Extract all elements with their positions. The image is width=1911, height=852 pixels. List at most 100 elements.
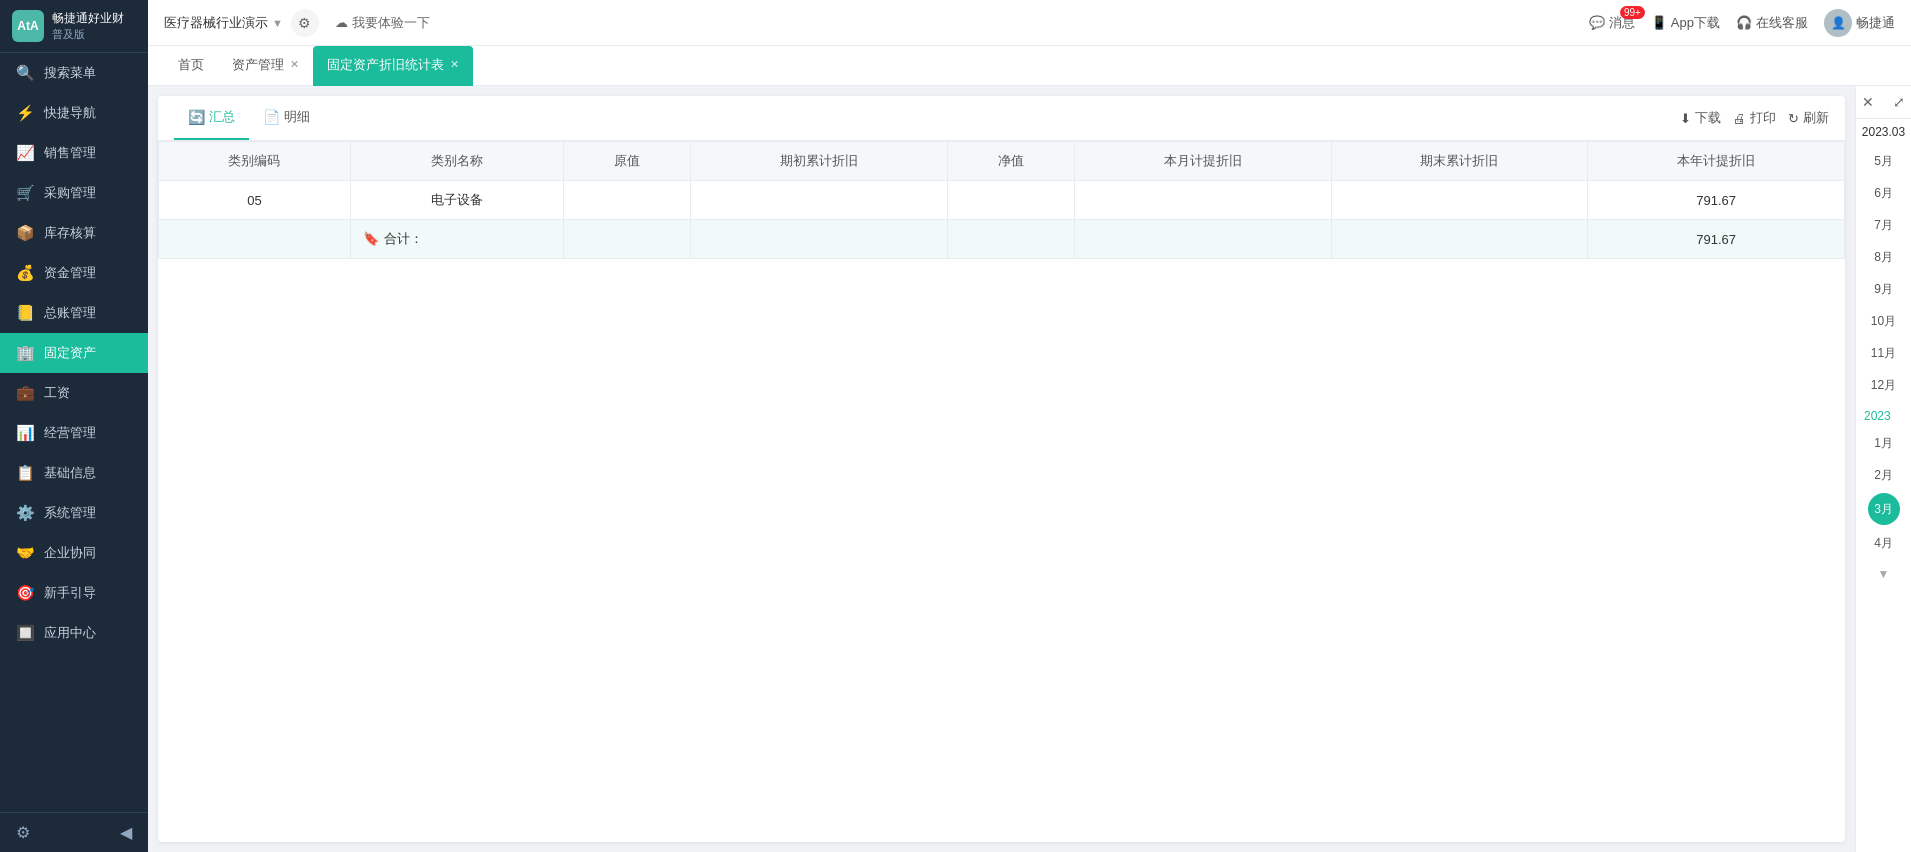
summary-label: 汇总	[209, 108, 235, 126]
year-2023-label: 2023	[1856, 405, 1911, 427]
sidebar-nav: 🔍搜索菜单⚡快捷导航📈销售管理 🛒 采购管理 📦 库存核算 💰资金管理📒总账管理🏢固定资产…	[0, 53, 148, 812]
settings-icon[interactable]: ⚙	[16, 823, 30, 842]
main-area: 医疗器械行业演示 ▼ ⚙ ☁ 我要体验一下 💬 消息 99+ 📱 App下载 🎧…	[148, 0, 1911, 852]
month-item[interactable]: 6月	[1856, 177, 1911, 209]
month-item-2月[interactable]: 2月	[1856, 459, 1911, 491]
month-item[interactable]: 12月	[1856, 369, 1911, 401]
tab-depreciation-report[interactable]: 固定资产折旧统计表 ✕	[313, 46, 473, 86]
sidebar-item-经营管理[interactable]: 📊经营管理	[0, 413, 148, 453]
total-ending-dep	[1331, 220, 1588, 259]
depreciation-tab-close-icon[interactable]: ✕	[450, 58, 459, 71]
app-name: 畅捷通好业财	[52, 10, 124, 27]
customer-service-btn[interactable]: 🎧 在线客服	[1736, 14, 1808, 32]
row-ending-dep	[1331, 181, 1588, 220]
message-badge: 99+	[1620, 6, 1645, 19]
tab-asset-management[interactable]: 资产管理 ✕	[218, 46, 313, 86]
sidebar-item-label: 销售管理	[44, 144, 96, 162]
total-monthly-dep	[1075, 220, 1332, 259]
col-annual-dep: 本年计提折旧	[1588, 142, 1845, 181]
collapse-icon[interactable]: ◀	[120, 823, 132, 842]
sidebar-item-工资[interactable]: 💼工资	[0, 373, 148, 413]
sidebar-icon: 📊	[16, 424, 34, 442]
sidebar-icon: 📒	[16, 304, 34, 322]
right-panel-header: ✕ ⤢	[1856, 86, 1911, 119]
month-item-3月[interactable]: 3月	[1868, 493, 1900, 525]
experience-label: 我要体验一下	[352, 14, 430, 32]
experience-btn[interactable]: ☁ 我要体验一下	[335, 14, 430, 32]
print-btn[interactable]: 🖨 打印	[1733, 109, 1776, 127]
sub-tab-summary[interactable]: 🔄 汇总	[174, 96, 249, 140]
sidebar-item-label: 库存核算	[44, 224, 96, 242]
message-btn[interactable]: 💬 消息 99+	[1589, 14, 1635, 32]
headset-icon: 🎧	[1736, 15, 1752, 30]
sidebar-item-label: 搜索菜单	[44, 64, 96, 82]
sub-tab-detail[interactable]: 📄 明细	[249, 96, 324, 140]
panel-expand-icon[interactable]: ⤢	[1893, 94, 1905, 110]
sub-tabs: 🔄 汇总 📄 明细	[174, 96, 324, 140]
page-content: 🔄 汇总 📄 明细 ⬇ 下载 🖨 打印	[148, 86, 1911, 852]
sidebar-item-新手引导[interactable]: 🎯 新手引导	[0, 573, 148, 613]
company-arrow-icon: ▼	[272, 17, 283, 29]
refresh-btn[interactable]: ↻ 刷新	[1788, 109, 1829, 127]
cloud-icon: ☁	[335, 15, 348, 30]
sidebar-item-系统管理[interactable]: ⚙️系统管理	[0, 493, 148, 533]
sidebar-icon: 📋	[16, 464, 34, 482]
download-btn[interactable]: ⬇ 下载	[1680, 109, 1721, 127]
row-net-value	[947, 181, 1074, 220]
month-item[interactable]: 8月	[1856, 241, 1911, 273]
detail-label: 明细	[284, 108, 310, 126]
sidebar-icon: 🛒	[16, 184, 34, 202]
sidebar-item-总账管理[interactable]: 📒总账管理	[0, 293, 148, 333]
topbar: 医疗器械行业演示 ▼ ⚙ ☁ 我要体验一下 💬 消息 99+ 📱 App下载 🎧…	[148, 0, 1911, 46]
month-item-4月[interactable]: 4月	[1856, 527, 1911, 559]
refresh-icon: ↻	[1788, 111, 1799, 126]
month-item-1月[interactable]: 1月	[1856, 427, 1911, 459]
month-item[interactable]: 7月	[1856, 209, 1911, 241]
download-icon: ⬇	[1680, 111, 1691, 126]
company-selector[interactable]: 医疗器械行业演示 ▼	[164, 14, 283, 32]
panel-scroll-down[interactable]: ▼	[1856, 563, 1911, 585]
detail-icon: 📄	[263, 109, 280, 125]
sidebar-icon: 📦	[16, 224, 34, 242]
avatar: 👤	[1824, 9, 1852, 37]
row-original	[564, 181, 691, 220]
col-initial-dep: 期初累计折旧	[691, 142, 948, 181]
total-text: 合计：	[384, 231, 423, 246]
month-item[interactable]: 9月	[1856, 273, 1911, 305]
month-item[interactable]: 10月	[1856, 305, 1911, 337]
sidebar-item-搜索菜单[interactable]: 🔍搜索菜单	[0, 53, 148, 93]
month-item[interactable]: 11月	[1856, 337, 1911, 369]
sidebar-item-label: 新手引导	[44, 584, 96, 602]
sidebar-item-资金管理[interactable]: 💰资金管理	[0, 253, 148, 293]
sidebar-item-快捷导航[interactable]: ⚡快捷导航	[0, 93, 148, 133]
tab-home[interactable]: 首页	[164, 46, 218, 86]
content-panel: 🔄 汇总 📄 明细 ⬇ 下载 🖨 打印	[158, 96, 1845, 842]
sidebar-item-固定资产[interactable]: 🏢固定资产	[0, 333, 148, 373]
sidebar: AtA 畅捷通好业财 普及版 🔍搜索菜单⚡快捷导航📈销售管理 🛒 采购管理 📦 库存核算…	[0, 0, 148, 852]
app-download-label: App下载	[1671, 14, 1720, 32]
sidebar-item-库存核算[interactable]: 📦 库存核算	[0, 213, 148, 253]
sidebar-item-label: 快捷导航	[44, 104, 96, 122]
sidebar-item-基础信息[interactable]: 📋基础信息	[0, 453, 148, 493]
total-label: 🔖 合计：	[350, 220, 563, 259]
sidebar-item-销售管理[interactable]: 📈销售管理	[0, 133, 148, 173]
topbar-settings-btn[interactable]: ⚙	[291, 9, 319, 37]
total-net-value	[947, 220, 1074, 259]
logo-text: AtA	[17, 19, 38, 33]
sidebar-icon: 🎯	[16, 584, 34, 602]
user-area[interactable]: 👤 畅捷通	[1824, 9, 1895, 37]
sidebar-item-应用中心[interactable]: 🔲应用中心	[0, 613, 148, 653]
app-logo: AtA 畅捷通好业财 普及版	[0, 0, 148, 53]
sidebar-item-企业协同[interactable]: 🤝企业协同	[0, 533, 148, 573]
app-download-btn[interactable]: 📱 App下载	[1651, 14, 1720, 32]
right-panel: ✕ ⤢ 2023.03 5月6月7月8月9月10月11月12月 2023 1月2…	[1855, 86, 1911, 852]
app-name-block: 畅捷通好业财 普及版	[52, 10, 124, 42]
sidebar-item-采购管理[interactable]: 🛒 采购管理	[0, 173, 148, 213]
table-wrapper: 类别编码 类别名称 原值 期初累计折旧 净值 本月计提折旧 期末累计折旧 本年计…	[158, 141, 1845, 842]
col-name: 类别名称	[350, 142, 563, 181]
panel-close-icon[interactable]: ✕	[1862, 94, 1874, 110]
asset-tab-close-icon[interactable]: ✕	[290, 58, 299, 71]
month-item[interactable]: 5月	[1856, 145, 1911, 177]
col-monthly-dep: 本月计提折旧	[1075, 142, 1332, 181]
sidebar-item-label: 采购管理	[44, 184, 96, 202]
